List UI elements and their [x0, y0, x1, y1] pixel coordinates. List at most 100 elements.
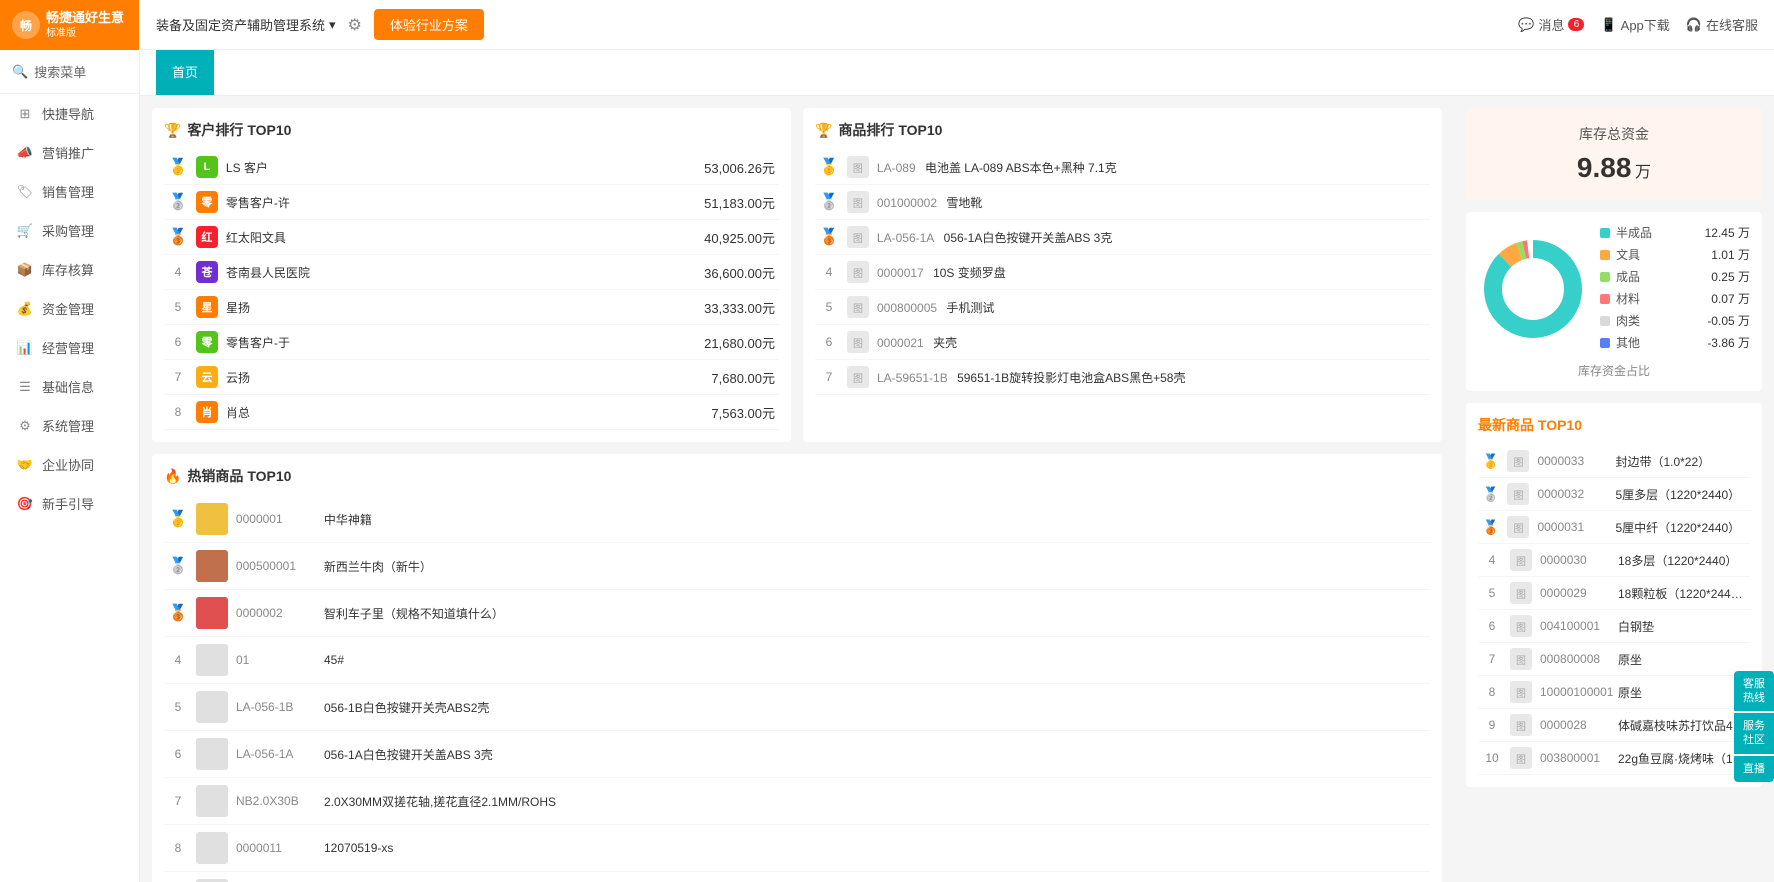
home-icon: ⊞: [16, 105, 34, 123]
rank-number: 6: [168, 335, 188, 349]
product-icon: 图: [847, 156, 869, 178]
product-code: 0000021: [877, 336, 924, 350]
customer-name: LS 客户: [226, 159, 696, 176]
new-products-title: 最新商品 TOP10: [1478, 415, 1750, 435]
new-product-row: 🥉 图 0000031 5厘中纤（1220*2440）: [1478, 511, 1750, 544]
donut-container: 半成品 12.45 万 文具 1.01 万 成品 0.25 万 材料 0.07 …: [1478, 224, 1750, 356]
customer-badge: 肖: [196, 401, 218, 423]
inventory-label: 库存总资金: [1482, 124, 1746, 144]
customer-ranking-panel: 🏆 客户排行 TOP10 🥇 L LS 客户 53,006.26元 🥈 零 零售…: [152, 108, 791, 442]
hot-product-name: 056-1A白色按键开关盖ABS 3壳: [324, 746, 1426, 763]
rank-number: 4: [168, 653, 188, 667]
new-product-code: 0000033: [1537, 454, 1607, 468]
product-rank-row: 🥈 图 001000002 雪地靴: [815, 185, 1430, 220]
message-button[interactable]: 💬 消息 6: [1518, 15, 1584, 34]
customer-badge: 云: [196, 366, 218, 388]
hot-product-name: 中华神籍: [324, 511, 1426, 528]
sidebar-item-purchase[interactable]: 🛒 采购管理: [0, 211, 139, 250]
new-product-row: 🥈 图 0000032 5厘多层（1220*2440）: [1478, 478, 1750, 511]
legend-color-dot: [1600, 294, 1610, 304]
donut-chart: [1478, 234, 1588, 347]
new-product-code: 0000028: [1540, 718, 1610, 732]
topbar-right: 💬 消息 6 📱 App下载 🎧 在线客服: [1518, 15, 1758, 34]
new-product-code: 10000100001: [1540, 685, 1610, 699]
float-live-btn[interactable]: 直播: [1734, 756, 1774, 782]
top-panels: 🏆 客户排行 TOP10 🥇 L LS 客户 53,006.26元 🥈 零 零售…: [152, 108, 1442, 442]
message-badge: 6: [1568, 18, 1584, 31]
float-service-community-btn[interactable]: 服务社区: [1734, 713, 1774, 754]
product-icon: 图: [847, 261, 869, 283]
customer-value: 7,680.00元: [711, 368, 775, 387]
legend-color-dot: [1600, 316, 1610, 326]
product-rank-row: 7 图 LA-59651-1B 59651-1B旋转投影灯电池盒ABS黑色+58…: [815, 360, 1430, 395]
page-tabs: 首页: [140, 50, 1774, 96]
sidebar-item-system[interactable]: ⚙ 系统管理: [0, 406, 139, 445]
new-product-row: 9 图 0000028 体碱嘉枝味苏打饮品400毫升（1*15）: [1478, 709, 1750, 742]
finance-icon: 💰: [16, 300, 34, 318]
new-product-icon: 图: [1510, 582, 1532, 604]
new-product-icon: 图: [1510, 549, 1532, 571]
rank-number: 7: [168, 794, 188, 808]
sidebar-item-inventory[interactable]: 📦 库存核算: [0, 250, 139, 289]
app-download-button[interactable]: 📱 App下载: [1600, 15, 1669, 34]
rank-number: 5: [168, 700, 188, 714]
legend-color-dot: [1600, 228, 1610, 238]
system-title-text: 装备及固定资产辅助管理系统: [156, 15, 325, 34]
online-service-button[interactable]: 🎧 在线客服: [1686, 15, 1758, 34]
customer-name: 零售客户-于: [226, 334, 696, 351]
product-thumbnail: [196, 550, 228, 582]
new-product-row: 5 图 0000029 18颗粒板（1220*2440）: [1478, 577, 1750, 610]
customer-name: 星扬: [226, 299, 696, 316]
sidebar-item-operations[interactable]: 📊 经营管理: [0, 328, 139, 367]
sidebar-logo: 畅 畅捷通好生意 标准版: [0, 0, 139, 50]
sidebar-search-area[interactable]: 🔍 搜索菜单: [0, 50, 139, 94]
system-icon: ⚙: [16, 417, 34, 435]
new-product-row: 6 图 004100001 白钢垫: [1478, 610, 1750, 643]
sidebar-item-marketing[interactable]: 📣 营销推广: [0, 133, 139, 172]
new-product-name: 白钢垫: [1618, 618, 1746, 635]
new-product-row: 10 图 003800001 22g鱼豆腐·烧烤味（1*12*20）: [1478, 742, 1750, 775]
new-product-name: 体碱嘉枝味苏打饮品400毫升（1*15）: [1618, 717, 1746, 734]
medal-silver-icon: 🥈: [168, 192, 188, 212]
float-customer-service-btn[interactable]: 客服热线: [1734, 671, 1774, 712]
medal-silver-icon: 🥈: [1482, 486, 1499, 503]
customer-rank-row: 8 肖 肖总 7,563.00元: [164, 395, 779, 430]
customer-value: 21,680.00元: [704, 333, 775, 352]
sales-icon: 🏷: [16, 183, 34, 201]
sidebar-item-finance[interactable]: 💰 资金管理: [0, 289, 139, 328]
medal-silver-icon: 🥈: [819, 192, 839, 212]
tab-home[interactable]: 首页: [156, 50, 214, 95]
customer-value: 40,925.00元: [704, 228, 775, 247]
customer-badge: 星: [196, 296, 218, 318]
rank-number: 7: [1482, 652, 1502, 666]
customer-ranking-table: 🥇 L LS 客户 53,006.26元 🥈 零 零售客户-许 51,183.0…: [164, 150, 779, 430]
new-product-name: 22g鱼豆腐·烧烤味（1*12*20）: [1618, 750, 1746, 767]
trial-btn[interactable]: 体验行业方案: [374, 9, 484, 40]
sidebar-item-cooperation[interactable]: 🤝 企业协同: [0, 445, 139, 484]
inventory-amount-display: 9.88 万: [1482, 152, 1746, 184]
sidebar-item-basic[interactable]: ☰ 基础信息: [0, 367, 139, 406]
medal-silver-icon: 🥈: [168, 556, 188, 576]
product-name: 10S 变频罗盘: [933, 266, 1006, 280]
new-product-icon: 图: [1510, 681, 1532, 703]
system-title-dropdown[interactable]: 装备及固定资产辅助管理系统 ▾: [156, 15, 336, 34]
customer-value: 36,600.00元: [704, 263, 775, 282]
rank-number: 4: [1482, 553, 1502, 567]
operations-icon: 📊: [16, 339, 34, 357]
product-info: 0000017 10S 变频罗盘: [877, 264, 1426, 281]
panels-container: 🏆 客户排行 TOP10 🥇 L LS 客户 53,006.26元 🥈 零 零售…: [140, 96, 1454, 882]
customer-name: 零售客户-许: [226, 194, 696, 211]
sidebar-item-sales[interactable]: 🏷 销售管理: [0, 172, 139, 211]
guide-icon: 🎯: [16, 495, 34, 513]
product-name: 夹壳: [933, 336, 957, 350]
product-rank-row: 5 图 000800005 手机测试: [815, 290, 1430, 325]
legend-category-name: 材料: [1616, 290, 1705, 307]
sidebar-item-guide[interactable]: 🎯 新手引导: [0, 484, 139, 523]
hot-product-code: NB2.0X30B: [236, 794, 316, 808]
customer-rank-row: 🥉 红 红太阳文具 40,925.00元: [164, 220, 779, 255]
search-menu-button[interactable]: 🔍 搜索菜单: [10, 58, 129, 85]
new-product-row: 🥇 图 0000033 封边带（1.0*22）: [1478, 445, 1750, 478]
customer-ranking-title: 🏆 客户排行 TOP10: [164, 120, 779, 140]
settings-icon[interactable]: ⚙: [348, 15, 362, 35]
sidebar-item-quick-nav[interactable]: ⊞ 快捷导航: [0, 94, 139, 133]
